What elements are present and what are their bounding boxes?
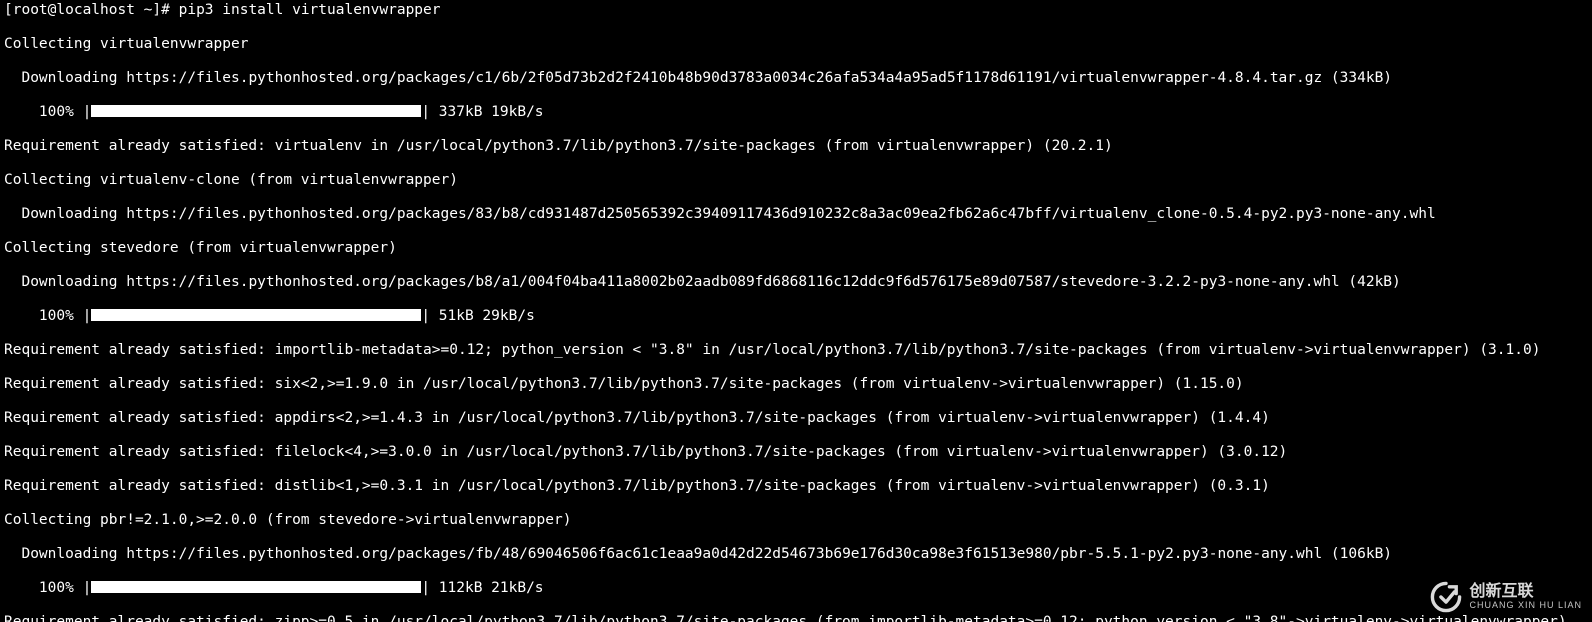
output-line: Requirement already satisfied: appdirs<2… — [4, 410, 1588, 427]
output-line: Requirement already satisfied: virtualen… — [4, 138, 1588, 155]
output-line: Downloading https://files.pythonhosted.o… — [4, 274, 1588, 291]
output-line: Collecting pbr!=2.1.0,>=2.0.0 (from stev… — [4, 512, 1588, 529]
output-line: Collecting stevedore (from virtualenvwra… — [4, 240, 1588, 257]
output-line: Requirement already satisfied: importlib… — [4, 342, 1588, 359]
progress-bar-icon — [91, 309, 421, 321]
output-line: Requirement already satisfied: six<2,>=1… — [4, 376, 1588, 393]
progress-line: 100% || 112kB 21kB/s — [4, 580, 1588, 597]
output-line: Requirement already satisfied: zipp>=0.5… — [4, 614, 1588, 622]
progress-line: 100% || 51kB 29kB/s — [4, 308, 1588, 325]
output-line: Downloading https://files.pythonhosted.o… — [4, 546, 1588, 563]
logo-text-cn: 创新互联 — [1469, 584, 1582, 600]
output-line: Collecting virtualenv-clone (from virtua… — [4, 172, 1588, 189]
logo-text-en: CHUANG XIN HU LIAN — [1469, 600, 1582, 610]
shell-prompt: [root@localhost ~]# — [4, 2, 179, 18]
output-line: Requirement already satisfied: filelock<… — [4, 444, 1588, 461]
progress-bar-icon — [91, 581, 421, 593]
terminal[interactable]: [root@localhost ~]# pip3 install virtual… — [0, 0, 1592, 622]
progress-line: 100% || 337kB 19kB/s — [4, 104, 1588, 121]
logo-icon — [1429, 580, 1463, 614]
watermark-logo: 创新互联 CHUANG XIN HU LIAN — [1429, 580, 1582, 614]
output-line: Downloading https://files.pythonhosted.o… — [4, 70, 1588, 87]
output-line: Downloading https://files.pythonhosted.o… — [4, 206, 1588, 223]
output-line: Collecting virtualenvwrapper — [4, 36, 1588, 53]
progress-bar-icon — [91, 105, 421, 117]
output-line: Requirement already satisfied: distlib<1… — [4, 478, 1588, 495]
shell-command: pip3 install virtualenvwrapper — [179, 2, 441, 18]
